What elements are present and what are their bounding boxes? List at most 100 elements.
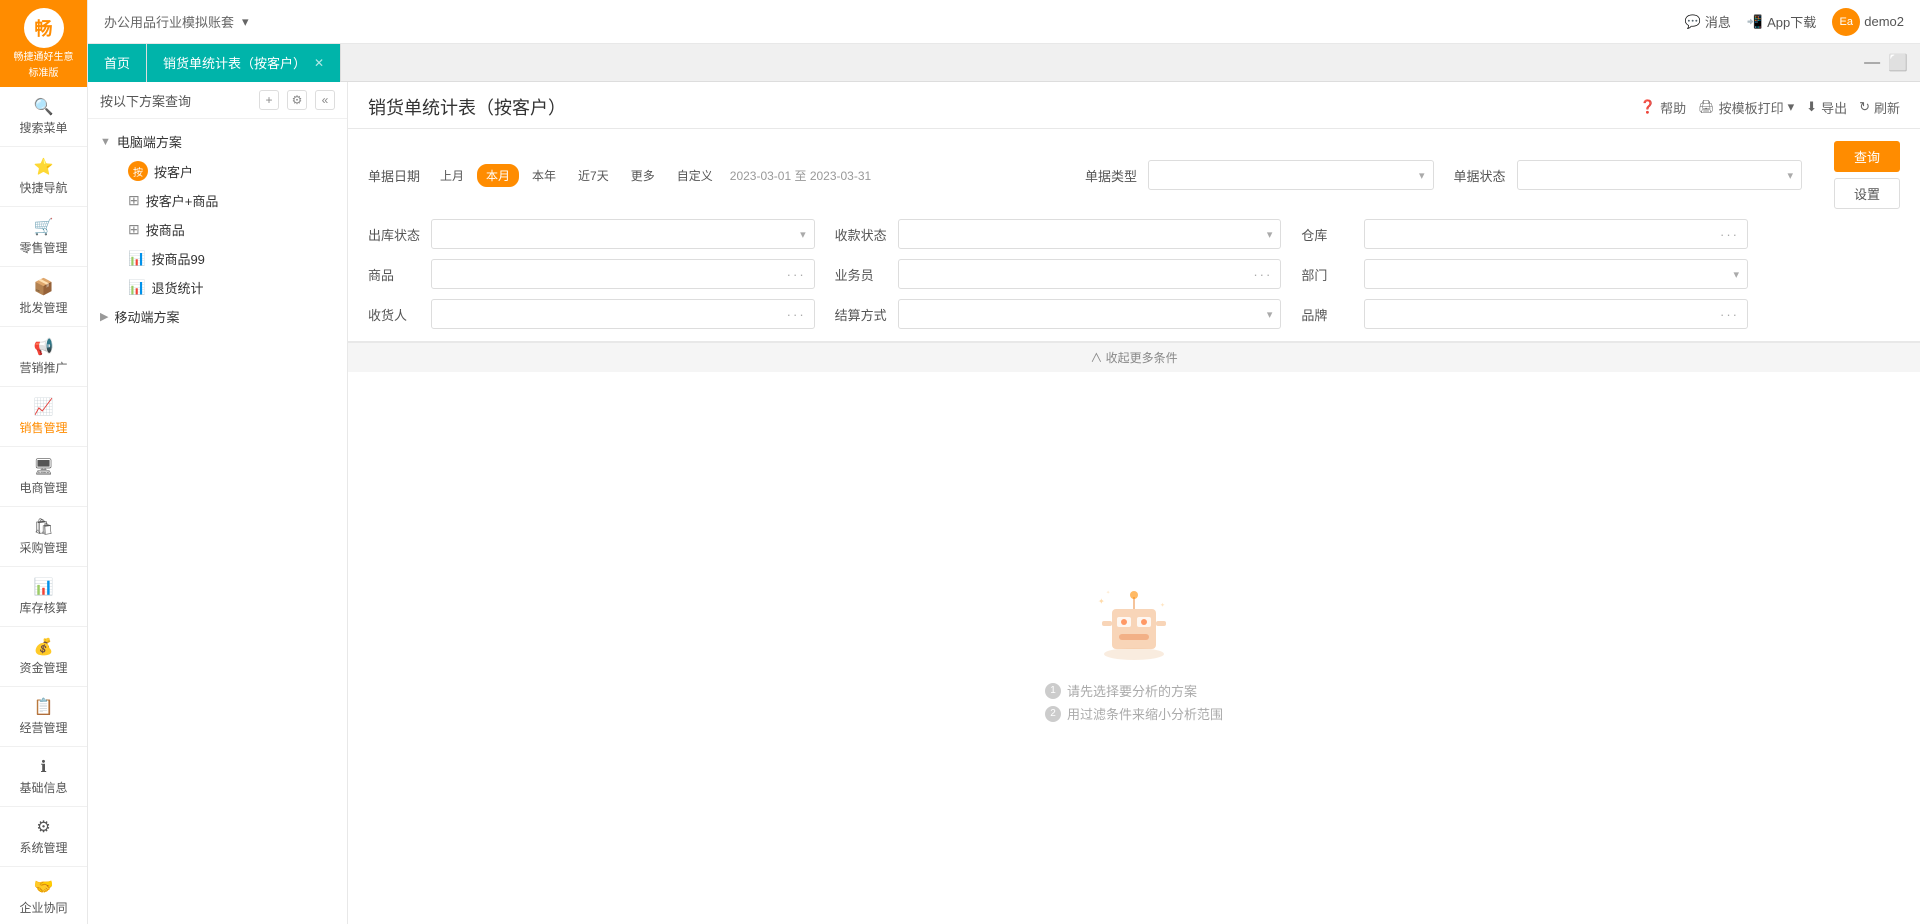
tree-item-returns-stat[interactable]: 📊 退货统计	[96, 273, 347, 302]
recipient-label: 收货人	[368, 305, 423, 324]
date-btn-more[interactable]: 更多	[622, 164, 664, 187]
sidebar-basicinfo-label: 基础信息	[4, 779, 83, 796]
sidebar-marketing-label: 营销推广	[4, 359, 83, 376]
recipient-control[interactable]: ···	[431, 299, 815, 329]
settings-button[interactable]: 设置	[1834, 178, 1900, 209]
avatar: Ea	[1832, 8, 1860, 36]
user-menu[interactable]: Ea demo2	[1832, 8, 1904, 36]
date-btn-custom[interactable]: 自定义	[668, 164, 722, 187]
recipient-dots-icon: ···	[787, 307, 806, 322]
product-control[interactable]: ···	[431, 259, 815, 289]
brand-control[interactable]: ···	[1364, 299, 1748, 329]
tab-maximize-btn[interactable]: ⬜	[1888, 53, 1908, 73]
sidebar-item-enterprise[interactable]: 🤝 企业协同	[0, 867, 87, 924]
date-btn-this-year[interactable]: 本年	[523, 164, 565, 187]
inventory-icon: 📊	[4, 577, 83, 597]
help-btn[interactable]: ❓ 帮助	[1640, 98, 1686, 117]
message-icon: 💬	[1685, 14, 1701, 30]
salesperson-control[interactable]: ···	[898, 259, 1282, 289]
date-range-display: 2023-03-01 至 2023-03-31	[730, 167, 871, 184]
print-btn[interactable]: 🖨 按模板打印 ▾	[1698, 98, 1794, 117]
purchase-mgmt-icon: 🛍	[4, 517, 83, 537]
refresh-btn[interactable]: ↻ 刷新	[1859, 98, 1900, 117]
order-status-control[interactable]: ▾	[1517, 160, 1803, 190]
order-status-label: 单据状态	[1454, 166, 1509, 185]
tree-item-by-product[interactable]: ⊞ 按商品	[96, 215, 347, 244]
sidebar-business-label: 经营管理	[4, 719, 83, 736]
sidebar-quicknav-label: 快捷导航	[4, 179, 83, 196]
left-panel-header: 按以下方案查询 + ⚙ «	[88, 82, 347, 119]
sidebar-item-wholesale-mgmt[interactable]: 📦 批发管理	[0, 267, 87, 327]
tree-item-by-product-99[interactable]: 📊 按商品99	[96, 244, 347, 273]
date-btn-last-month[interactable]: 上月	[431, 164, 473, 187]
industry-label: 办公用品行业模拟账套	[104, 12, 234, 31]
sidebar-item-search-menu[interactable]: 🔍 搜索菜单	[0, 87, 87, 147]
app-download-label: App下载	[1767, 12, 1816, 31]
department-control[interactable]: ▾	[1364, 259, 1748, 289]
sidebar-item-quick-nav[interactable]: ⭐ 快捷导航	[0, 147, 87, 207]
sidebar-item-ecommerce[interactable]: 🖥 电商管理	[0, 447, 87, 507]
tree-section: ▼ 电脑端方案 按 按客户 ⊞ 按客户+商品 ⊞	[88, 119, 347, 339]
sidebar-item-system-mgmt[interactable]: ⚙ 系统管理	[0, 807, 87, 867]
out-status-dropdown-icon: ▾	[800, 228, 806, 241]
download-icon: 📲	[1747, 14, 1763, 30]
sales-mgmt-icon: 📈	[4, 397, 83, 417]
filter-order-date: 单据日期 上月 本月 本年 近7天 更多 自定义 2023-03-01 至 20…	[368, 164, 1065, 187]
sidebar-item-basic-info[interactable]: ℹ 基础信息	[0, 747, 87, 807]
ecommerce-icon: 🖥	[4, 457, 83, 477]
tree-group-desktop-label: 电脑端方案	[117, 132, 182, 151]
empty-state: ✦ ✦ ✦ 1 请先选择要分析的方案 2 用过滤条件来缩小分析范围	[348, 372, 1920, 924]
logo-icon: 畅	[24, 8, 64, 48]
tree-item-by-customer-product[interactable]: ⊞ 按客户+商品	[96, 186, 347, 215]
query-button[interactable]: 查询	[1834, 141, 1900, 172]
tab-close-icon[interactable]: ✕	[314, 56, 324, 70]
sidebar-item-sales-mgmt[interactable]: 📈 销售管理	[0, 387, 87, 447]
messages-btn[interactable]: 💬 消息	[1685, 12, 1731, 31]
brand-dots-icon: ···	[1720, 307, 1739, 322]
collapse-panel-btn[interactable]: «	[315, 90, 335, 110]
marketing-icon: 📢	[4, 337, 83, 357]
tab-bar-actions: — ⬜	[1864, 53, 1920, 73]
filter-row-1: 单据日期 上月 本月 本年 近7天 更多 自定义 2023-03-01 至 20…	[368, 141, 1900, 209]
sidebar-item-retail-mgmt[interactable]: 🛒 零售管理	[0, 207, 87, 267]
tree-item-by-customer[interactable]: 按 按客户	[96, 156, 347, 186]
tree-group-mobile-label: 移动端方案	[114, 307, 179, 326]
sidebar-item-inventory[interactable]: 📊 库存核算	[0, 567, 87, 627]
app-name: 畅捷通好生意	[14, 52, 74, 64]
order-type-control[interactable]: ▾	[1148, 160, 1434, 190]
collapse-more-conditions[interactable]: ∧ 收起更多条件	[348, 342, 1920, 372]
main-area: 办公用品行业模拟账套 ▾ 💬 消息 📲 App下载 Ea demo2 首页	[88, 0, 1920, 924]
sidebar-item-business-mgmt[interactable]: 📋 经营管理	[0, 687, 87, 747]
order-date-label: 单据日期	[368, 166, 423, 185]
sidebar-sales-label: 销售管理	[4, 419, 83, 436]
out-status-control[interactable]: ▾	[431, 219, 815, 249]
app-download-btn[interactable]: 📲 App下载	[1747, 12, 1816, 31]
sidebar-item-purchase-mgmt[interactable]: 🛍 采购管理	[0, 507, 87, 567]
tree-expand-icon: ▼	[100, 136, 111, 148]
date-btn-last-7-days[interactable]: 近7天	[569, 164, 618, 187]
collapse-icon: «	[322, 93, 329, 107]
export-btn[interactable]: ⬇ 导出	[1806, 98, 1847, 117]
tab-home-label: 首页	[104, 53, 130, 72]
sidebar-inventory-label: 库存核算	[4, 599, 83, 616]
product-dots-icon: ···	[787, 267, 806, 282]
tree-group-mobile[interactable]: ▶ 移动端方案	[88, 302, 347, 331]
sidebar-item-finance[interactable]: 💰 资金管理	[0, 627, 87, 687]
filter-product: 商品 ···	[368, 259, 815, 289]
payment-method-control[interactable]: ▾	[898, 299, 1282, 329]
tab-sales-stat[interactable]: 销货单统计表（按客户） ✕	[147, 44, 341, 82]
sidebar-item-marketing[interactable]: 📢 营销推广	[0, 327, 87, 387]
receipt-status-control[interactable]: ▾	[898, 219, 1282, 249]
add-scheme-btn[interactable]: +	[259, 90, 279, 110]
tree-group-desktop[interactable]: ▼ 电脑端方案	[88, 127, 347, 156]
date-btn-this-month[interactable]: 本月	[477, 164, 519, 187]
warehouse-control[interactable]: ···	[1364, 219, 1748, 249]
svg-text:✦: ✦	[1106, 590, 1110, 596]
settings-scheme-btn[interactable]: ⚙	[287, 90, 307, 110]
dropdown-icon[interactable]: ▾	[242, 14, 249, 30]
tab-home[interactable]: 首页	[88, 44, 147, 82]
tab-minimize-btn[interactable]: —	[1864, 54, 1880, 72]
page-title-bar: 销货单统计表（按客户） ❓ 帮助 🖨 按模板打印 ▾ ⬇ 导出	[348, 82, 1920, 129]
sidebar-search-label: 搜索菜单	[4, 119, 83, 136]
tip-item-2: 2 用过滤条件来缩小分析范围	[1045, 704, 1223, 723]
